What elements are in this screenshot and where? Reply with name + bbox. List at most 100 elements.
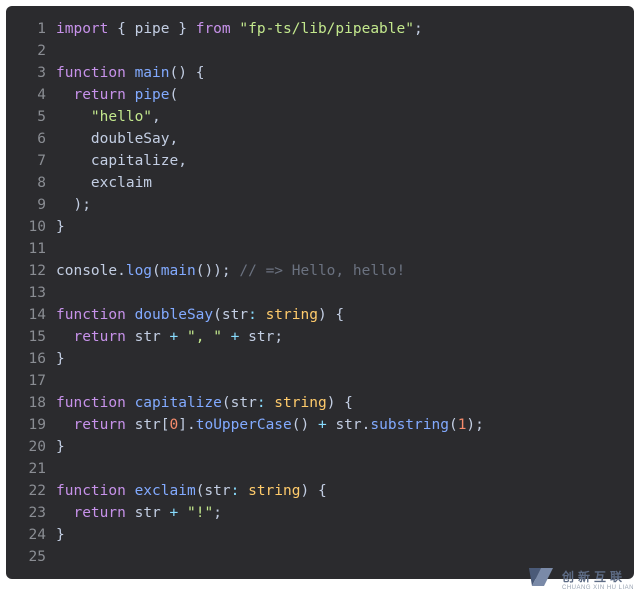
line-number: 4 [20, 84, 46, 106]
code-line: 15 return str + ", " + str; [20, 326, 620, 348]
line-number: 12 [20, 260, 46, 282]
line-number: 22 [20, 480, 46, 502]
function-call: pipe [135, 87, 170, 103]
parameter: str [204, 483, 230, 499]
type: string [274, 395, 326, 411]
string: ", " [187, 329, 222, 345]
keyword: return [73, 417, 125, 433]
punct: ; [82, 197, 91, 213]
punct: ( [152, 263, 161, 279]
punct: { [335, 307, 344, 323]
code-line: 10 } [20, 216, 620, 238]
string: "fp-ts/lib/pipeable" [239, 21, 414, 37]
punct: ) [213, 263, 222, 279]
function-call: log [126, 263, 152, 279]
punct: ( [222, 395, 231, 411]
punct: { [344, 395, 353, 411]
keyword: function [56, 483, 126, 499]
punct: ) [300, 483, 309, 499]
code-line: 2 [20, 40, 620, 62]
code-line: 16 } [20, 348, 620, 370]
punct: ) [466, 417, 475, 433]
punct: ; [222, 263, 231, 279]
string: "!" [187, 505, 213, 521]
punct: ( [449, 417, 458, 433]
punct: ; [414, 21, 423, 37]
line-number: 13 [20, 282, 46, 304]
line-number: 7 [20, 150, 46, 172]
code-block: 1 import { pipe } from "fp-ts/lib/pipeab… [6, 6, 634, 579]
line-number: 5 [20, 106, 46, 128]
identifier: str [135, 417, 161, 433]
code-line: 13 [20, 282, 620, 304]
function-call: main [161, 263, 196, 279]
punct: ; [274, 329, 283, 345]
identifier: str [135, 329, 161, 345]
code-line: 3 function main() { [20, 62, 620, 84]
line-number: 18 [20, 392, 46, 414]
punct: , [170, 131, 179, 147]
punct: : [257, 395, 266, 411]
code-line: 20 } [20, 436, 620, 458]
identifier: capitalize [91, 153, 178, 169]
line-number: 16 [20, 348, 46, 370]
code-line: 21 [20, 458, 620, 480]
code-line: 1 import { pipe } from "fp-ts/lib/pipeab… [20, 18, 620, 40]
code-line: 19 return str[0].toUpperCase() + str.sub… [20, 414, 620, 436]
punct: ( [170, 65, 179, 81]
line-number: 8 [20, 172, 46, 194]
punct: } [56, 439, 65, 455]
punct: ) [301, 417, 310, 433]
type: string [266, 307, 318, 323]
keyword: import [56, 21, 108, 37]
code-line: 12 console.log(main()); // => Hello, hel… [20, 260, 620, 282]
code-line: 23 return str + "!"; [20, 502, 620, 524]
punct: ) [318, 307, 327, 323]
function-call: substring [370, 417, 449, 433]
keyword: function [56, 395, 126, 411]
punct: ( [292, 417, 301, 433]
line-number: 6 [20, 128, 46, 150]
punct: ) [73, 197, 82, 213]
code-line: 7 capitalize, [20, 150, 620, 172]
code-line: 22 function exclaim(str: string) { [20, 480, 620, 502]
code-line: 6 doubleSay, [20, 128, 620, 150]
code-line: 9 ); [20, 194, 620, 216]
operator: + [170, 505, 179, 521]
keyword: return [73, 505, 125, 521]
line-number: 2 [20, 40, 46, 62]
code-line: 4 return pipe( [20, 84, 620, 106]
punct: , [152, 109, 161, 125]
line-number: 10 [20, 216, 46, 238]
watermark-text: 创新互联 [562, 571, 634, 583]
parameter: str [222, 307, 248, 323]
punct: ] [178, 417, 187, 433]
punct: , [178, 153, 187, 169]
watermark-subtext: CHUANG XIN HU LIAN [562, 585, 634, 591]
punct: } [178, 21, 187, 37]
punct: ) [178, 65, 187, 81]
number: 0 [170, 417, 179, 433]
punct: [ [161, 417, 170, 433]
line-number: 23 [20, 502, 46, 524]
keyword: return [73, 87, 125, 103]
line-number: 25 [20, 546, 46, 568]
operator: + [170, 329, 179, 345]
code-line: 5 "hello", [20, 106, 620, 128]
punct: } [56, 219, 65, 235]
function-name: doubleSay [135, 307, 214, 323]
line-number: 1 [20, 18, 46, 40]
line-number: 3 [20, 62, 46, 84]
string: "hello" [91, 109, 152, 125]
line-number: 24 [20, 524, 46, 546]
function-name: exclaim [135, 483, 196, 499]
type: string [248, 483, 300, 499]
line-number: 15 [20, 326, 46, 348]
punct: : [248, 307, 257, 323]
punct: ( [170, 87, 179, 103]
code-line: 17 [20, 370, 620, 392]
code-line: 24 } [20, 524, 620, 546]
line-number: 20 [20, 436, 46, 458]
punct: ( [213, 307, 222, 323]
operator: + [318, 417, 327, 433]
